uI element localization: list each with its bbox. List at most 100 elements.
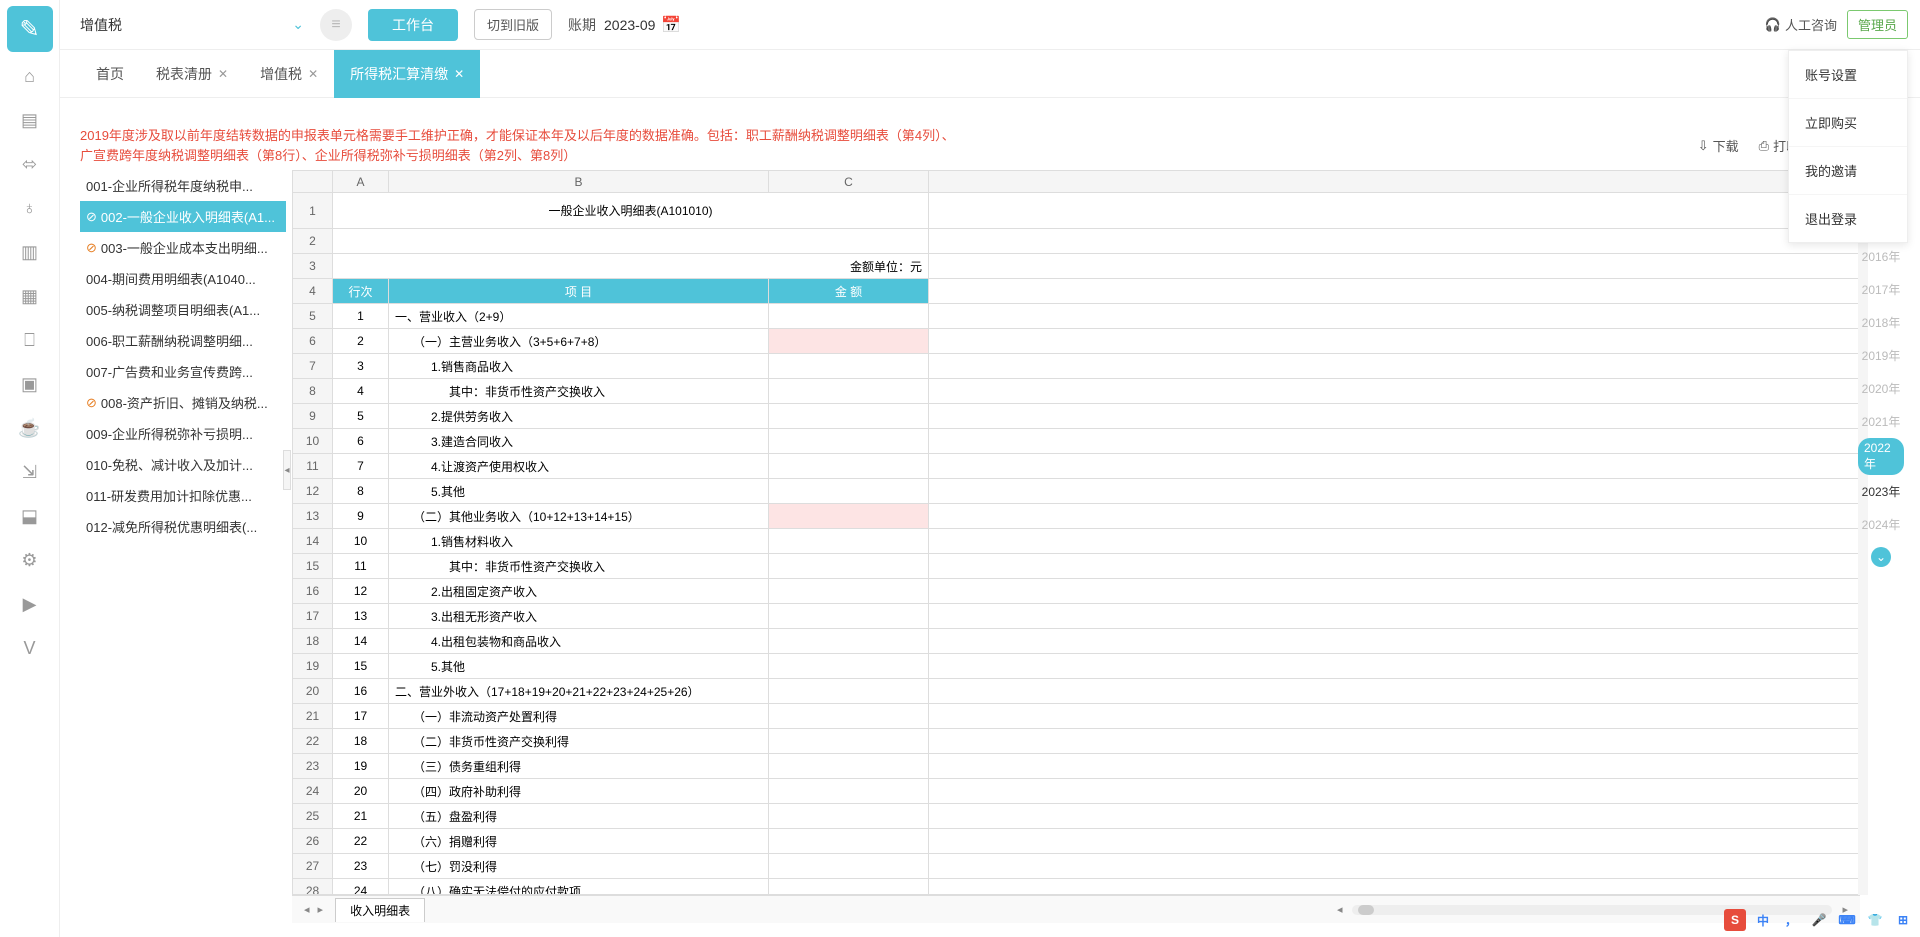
hscroll-left[interactable]: ◂ bbox=[1337, 903, 1343, 916]
file-item[interactable]: 004-期间费用明细表(A1040... bbox=[80, 263, 286, 294]
file-item[interactable]: ⊘002-一般企业收入明细表(A1... bbox=[80, 201, 286, 232]
col-a[interactable]: A bbox=[333, 171, 389, 192]
file-item[interactable]: 012-减免所得税优惠明细表(... bbox=[80, 511, 286, 542]
row-number[interactable]: 27 bbox=[293, 854, 333, 878]
doc-icon-button[interactable]: ≡ bbox=[320, 9, 352, 41]
row-number[interactable]: 19 bbox=[293, 654, 333, 678]
nav-bag-icon[interactable]: ♁ bbox=[10, 188, 50, 228]
year-2021年[interactable]: 2021年 bbox=[1862, 405, 1901, 438]
rownum-cell[interactable]: 20 bbox=[333, 779, 389, 803]
rownum-cell[interactable]: 7 bbox=[333, 454, 389, 478]
item-cell[interactable]: （七）罚没利得 bbox=[389, 854, 769, 878]
calendar-icon[interactable]: 📅 bbox=[661, 15, 681, 35]
nav-v-icon[interactable]: V bbox=[10, 628, 50, 668]
row-number[interactable]: 10 bbox=[293, 429, 333, 453]
amount-cell[interactable] bbox=[769, 779, 929, 803]
app-logo[interactable]: ✎ bbox=[7, 6, 53, 52]
amount-cell[interactable] bbox=[769, 404, 929, 428]
year-2020年[interactable]: 2020年 bbox=[1862, 372, 1901, 405]
year-2024年[interactable]: 2024年 bbox=[1862, 508, 1901, 541]
row-number[interactable]: 1 bbox=[293, 193, 333, 228]
amount-cell[interactable] bbox=[769, 604, 929, 628]
close-icon[interactable]: ✕ bbox=[454, 67, 464, 81]
row-number[interactable]: 24 bbox=[293, 779, 333, 803]
rownum-cell[interactable]: 11 bbox=[333, 554, 389, 578]
user-menu-item[interactable]: 立即购买 bbox=[1789, 99, 1907, 147]
ime-lang-icon[interactable]: 中 bbox=[1752, 909, 1774, 931]
year-more-button[interactable]: ⌄ bbox=[1871, 547, 1891, 567]
user-menu-item[interactable]: 账号设置 bbox=[1789, 51, 1907, 99]
row-number[interactable]: 18 bbox=[293, 629, 333, 653]
period-value[interactable]: 2023-09 bbox=[604, 17, 655, 33]
tab-首页[interactable]: 首页 bbox=[80, 50, 140, 98]
amount-cell[interactable] bbox=[769, 629, 929, 653]
file-item[interactable]: ⊘003-一般企业成本支出明细... bbox=[80, 232, 286, 263]
rownum-cell[interactable]: 13 bbox=[333, 604, 389, 628]
amount-cell[interactable] bbox=[769, 529, 929, 553]
item-cell[interactable]: （八）确实无法偿付的应付款项 bbox=[389, 879, 769, 895]
rownum-cell[interactable]: 8 bbox=[333, 479, 389, 503]
nav-settings-icon[interactable]: ⚙ bbox=[10, 540, 50, 580]
row-number[interactable]: 12 bbox=[293, 479, 333, 503]
col-b[interactable]: B bbox=[389, 171, 769, 192]
row-number[interactable]: 28 bbox=[293, 879, 333, 895]
item-cell[interactable]: （一）主营业务收入（3+5+6+7+8） bbox=[389, 329, 769, 353]
amount-cell[interactable] bbox=[769, 454, 929, 478]
item-cell[interactable]: 1.销售商品收入 bbox=[389, 354, 769, 378]
amount-cell[interactable] bbox=[769, 729, 929, 753]
item-cell[interactable]: 3.建造合同收入 bbox=[389, 429, 769, 453]
module-selector[interactable]: 增值税 ⌄ bbox=[72, 15, 312, 35]
file-item[interactable]: 011-研发费用加计扣除优惠... bbox=[80, 480, 286, 511]
switch-old-button[interactable]: 切到旧版 bbox=[474, 9, 552, 40]
user-menu-item[interactable]: 我的邀请 bbox=[1789, 147, 1907, 195]
row-number[interactable]: 3 bbox=[293, 254, 333, 278]
row-number[interactable]: 9 bbox=[293, 404, 333, 428]
amount-cell[interactable] bbox=[769, 429, 929, 453]
rownum-cell[interactable]: 15 bbox=[333, 654, 389, 678]
close-icon[interactable]: ✕ bbox=[308, 67, 318, 81]
ime-punct-icon[interactable]: ， bbox=[1780, 909, 1802, 931]
download-button[interactable]: ⇩下载 bbox=[1698, 136, 1739, 155]
file-item[interactable]: 009-企业所得税弥补亏损明... bbox=[80, 418, 286, 449]
amount-cell[interactable] bbox=[769, 704, 929, 728]
amount-cell[interactable] bbox=[769, 554, 929, 578]
nav-doc-icon[interactable]: ▤ bbox=[10, 100, 50, 140]
ime-kbd-icon[interactable]: ⌨ bbox=[1836, 909, 1858, 931]
file-item[interactable]: 006-职工薪酬纳税调整明细... bbox=[80, 325, 286, 356]
row-number[interactable]: 15 bbox=[293, 554, 333, 578]
row-number[interactable]: 21 bbox=[293, 704, 333, 728]
item-cell[interactable]: 二、营业外收入（17+18+19+20+21+22+23+24+25+26） bbox=[389, 679, 769, 703]
rownum-cell[interactable]: 4 bbox=[333, 379, 389, 403]
amount-cell[interactable] bbox=[769, 754, 929, 778]
file-item[interactable]: ⊘008-资产折旧、摊销及纳税... bbox=[80, 387, 286, 418]
consult-link[interactable]: 🎧 人工咨询 bbox=[1765, 15, 1837, 34]
amount-cell[interactable] bbox=[769, 579, 929, 603]
rownum-cell[interactable]: 24 bbox=[333, 879, 389, 895]
year-2019年[interactable]: 2019年 bbox=[1862, 339, 1901, 372]
item-cell[interactable]: （六）捐赠利得 bbox=[389, 829, 769, 853]
row-number[interactable]: 17 bbox=[293, 604, 333, 628]
nav-inbox-icon[interactable]: ⬓ bbox=[10, 496, 50, 536]
row-number[interactable]: 26 bbox=[293, 829, 333, 853]
amount-cell[interactable] bbox=[769, 654, 929, 678]
rownum-cell[interactable]: 17 bbox=[333, 704, 389, 728]
nav-home-icon[interactable]: ⌂ bbox=[10, 56, 50, 96]
item-cell[interactable]: （三）债务重组利得 bbox=[389, 754, 769, 778]
item-cell[interactable]: 4.让渡资产使用权收入 bbox=[389, 454, 769, 478]
item-cell[interactable]: 一、营业收入（2+9） bbox=[389, 304, 769, 328]
item-cell[interactable]: 1.销售材料收入 bbox=[389, 529, 769, 553]
amount-cell[interactable] bbox=[769, 479, 929, 503]
rownum-cell[interactable]: 18 bbox=[333, 729, 389, 753]
item-cell[interactable]: 其中：非货币性资产交换收入 bbox=[389, 554, 769, 578]
year-2022年[interactable]: 2022年 bbox=[1858, 438, 1904, 475]
file-item[interactable]: 001-企业所得税年度纳税申... bbox=[80, 170, 286, 201]
amount-cell[interactable] bbox=[769, 679, 929, 703]
year-2016年[interactable]: 2016年 bbox=[1862, 240, 1901, 273]
item-cell[interactable]: 3.出租无形资产收入 bbox=[389, 604, 769, 628]
ime-sogou-icon[interactable]: S bbox=[1724, 909, 1746, 931]
amount-cell[interactable] bbox=[769, 854, 929, 878]
item-cell[interactable]: （一）非流动资产处置利得 bbox=[389, 704, 769, 728]
workbench-button[interactable]: 工作台 bbox=[368, 9, 458, 41]
nav-video-icon[interactable]: ▶ bbox=[10, 584, 50, 624]
item-cell[interactable]: （二）非货币性资产交换利得 bbox=[389, 729, 769, 753]
